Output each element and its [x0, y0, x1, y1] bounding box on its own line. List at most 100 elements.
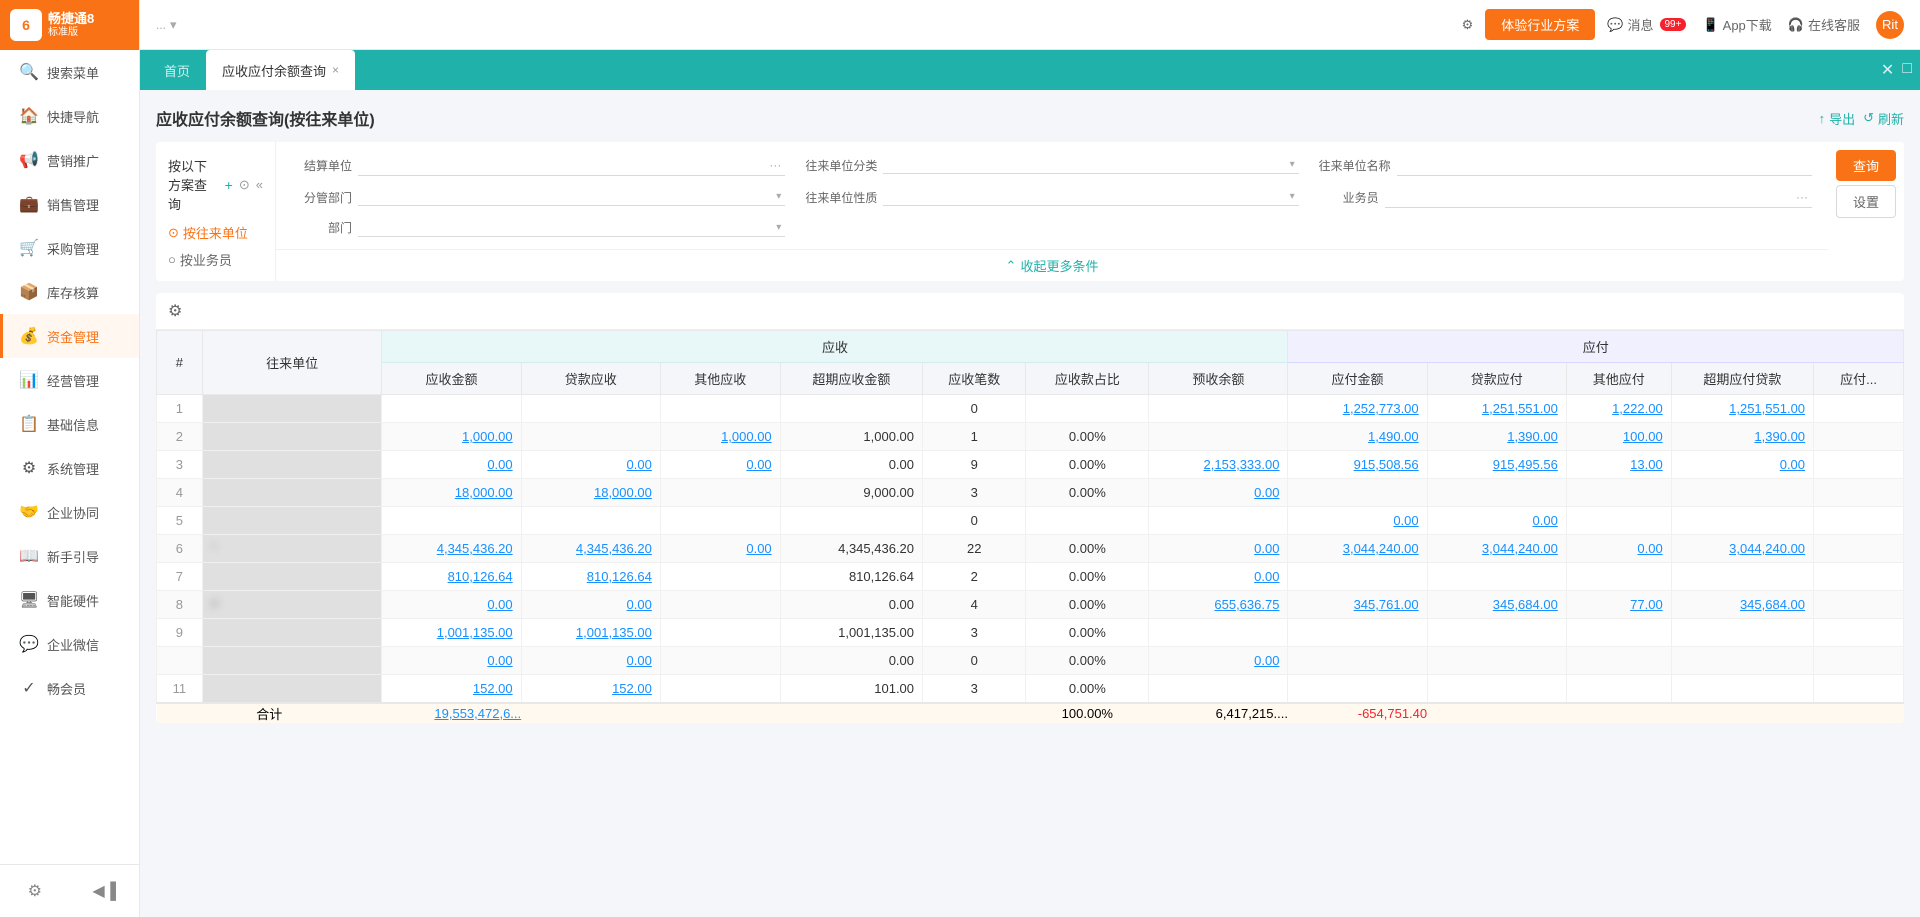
- app-download-btn[interactable]: 📱 App下载: [1702, 15, 1771, 34]
- row-ar-amount[interactable]: [382, 507, 521, 535]
- salesman-input[interactable]: ···: [1385, 187, 1812, 208]
- sidebar-item-sales[interactable]: 💼 销售管理: [0, 182, 139, 226]
- row-ap-other[interactable]: 77.00: [1566, 591, 1671, 619]
- row-ar-advance[interactable]: [1149, 619, 1288, 647]
- refresh-btn[interactable]: ↺ 刷新: [1863, 109, 1904, 128]
- row-ar-other[interactable]: 1,000.00: [660, 423, 780, 451]
- row-ap-amount[interactable]: 1,490.00: [1288, 423, 1427, 451]
- sidebar-item-purchase[interactable]: 🛒 采购管理: [0, 226, 139, 270]
- row-ap-other[interactable]: 13.00: [1566, 451, 1671, 479]
- row-ar-loan[interactable]: 152.00: [521, 675, 660, 704]
- breadcrumb-dropdown[interactable]: ▾: [170, 17, 177, 33]
- row-ap-overdue[interactable]: [1671, 647, 1813, 675]
- row-ar-advance[interactable]: [1149, 423, 1288, 451]
- row-ap-loan[interactable]: 1,251,551.00: [1427, 395, 1566, 423]
- row-ar-advance[interactable]: [1149, 507, 1288, 535]
- row-ap-loan[interactable]: 345,684.00: [1427, 591, 1566, 619]
- row-ap-loan[interactable]: [1427, 479, 1566, 507]
- sidebar-item-basic[interactable]: 📋 基础信息: [0, 402, 139, 446]
- settings-btn[interactable]: 设置: [1836, 185, 1896, 218]
- department-input[interactable]: ▾: [358, 219, 785, 237]
- row-ap-other[interactable]: [1566, 563, 1671, 591]
- sidebar-item-guide[interactable]: 📖 新手引导: [0, 534, 139, 578]
- row-ar-loan[interactable]: [521, 423, 660, 451]
- row-ap-overdue[interactable]: [1671, 563, 1813, 591]
- row-ar-amount[interactable]: 810,126.64: [382, 563, 521, 591]
- row-ar-other[interactable]: [660, 479, 780, 507]
- row-ap-other[interactable]: 100.00: [1566, 423, 1671, 451]
- row-ar-amount[interactable]: 1,001,135.00: [382, 619, 521, 647]
- row-ap-loan[interactable]: [1427, 563, 1566, 591]
- row-ar-other[interactable]: [660, 619, 780, 647]
- maximize-window-btn[interactable]: □: [1902, 60, 1912, 80]
- row-ap-amount[interactable]: [1288, 479, 1427, 507]
- dept-input[interactable]: ▾: [358, 188, 785, 206]
- row-ap-loan[interactable]: [1427, 675, 1566, 704]
- row-ar-advance[interactable]: 0.00: [1149, 479, 1288, 507]
- row-ap-loan[interactable]: [1427, 647, 1566, 675]
- unit-nature-input[interactable]: ▾: [883, 188, 1298, 206]
- filter-expand-btn[interactable]: «: [256, 177, 263, 192]
- row-ap-loan[interactable]: 3,044,240.00: [1427, 535, 1566, 563]
- close-window-btn[interactable]: ✕: [1881, 60, 1894, 80]
- row-ap-amount[interactable]: 3,044,240.00: [1288, 535, 1427, 563]
- row-ar-advance[interactable]: 0.00: [1149, 563, 1288, 591]
- row-ap-amount[interactable]: 915,508.56: [1288, 451, 1427, 479]
- sidebar-settings-btn[interactable]: ⚙: [17, 873, 53, 909]
- tab-close-btn[interactable]: ×: [332, 63, 339, 77]
- collapse-btn[interactable]: ⌃ 收起更多条件: [276, 249, 1828, 281]
- promo-btn[interactable]: 体验行业方案: [1485, 9, 1595, 40]
- settlement-unit-input[interactable]: ···: [358, 155, 785, 176]
- sidebar-item-inventory[interactable]: 📦 库存核算: [0, 270, 139, 314]
- query-btn[interactable]: 查询: [1836, 150, 1896, 181]
- row-ap-loan[interactable]: 1,390.00: [1427, 423, 1566, 451]
- col-ap-amount-header[interactable]: 应付金额: [1288, 363, 1427, 395]
- scheme-item-salesman[interactable]: ○ 按业务员: [160, 246, 271, 273]
- row-ap-overdue[interactable]: 1,251,551.00: [1671, 395, 1813, 423]
- col-ap-more-header[interactable]: 应付...: [1814, 363, 1904, 395]
- row-ap-overdue[interactable]: [1671, 675, 1813, 704]
- total-ar-amount[interactable]: 19,553,472,6...: [382, 703, 521, 723]
- row-ar-loan[interactable]: 810,126.64: [521, 563, 660, 591]
- row-ar-amount[interactable]: 0.00: [382, 647, 521, 675]
- add-filter-btn[interactable]: +: [225, 177, 233, 193]
- row-ap-loan[interactable]: 0.00: [1427, 507, 1566, 535]
- col-ar-loan-header[interactable]: 贷款应收: [521, 363, 660, 395]
- sidebar-item-operation[interactable]: 📊 经营管理: [0, 358, 139, 402]
- tab-query[interactable]: 应收应付余额查询 ×: [206, 50, 355, 90]
- row-ap-amount[interactable]: 1,252,773.00: [1288, 395, 1427, 423]
- row-ap-amount[interactable]: [1288, 675, 1427, 704]
- row-ap-amount[interactable]: [1288, 563, 1427, 591]
- sidebar-item-system[interactable]: ⚙ 系统管理: [0, 446, 139, 490]
- row-ap-other[interactable]: [1566, 675, 1671, 704]
- row-ap-overdue[interactable]: [1671, 619, 1813, 647]
- unit-name-input[interactable]: [1397, 155, 1812, 176]
- row-ap-amount[interactable]: [1288, 619, 1427, 647]
- message-btn[interactable]: 💬 消息 99+: [1607, 15, 1686, 34]
- sidebar-item-hardware[interactable]: 🖥 智能硬件: [0, 578, 139, 622]
- tab-home[interactable]: 首页: [148, 50, 206, 90]
- sidebar-collapse-btn[interactable]: ◀▐: [86, 873, 122, 909]
- online-service-btn[interactable]: 🎧 在线客服: [1788, 15, 1860, 34]
- row-ap-overdue[interactable]: [1671, 507, 1813, 535]
- row-ap-amount[interactable]: 0.00: [1288, 507, 1427, 535]
- sidebar-item-quick[interactable]: 🏠 快捷导航: [0, 94, 139, 138]
- row-ar-loan[interactable]: 0.00: [521, 451, 660, 479]
- row-ar-advance[interactable]: 0.00: [1149, 535, 1288, 563]
- row-ar-amount[interactable]: [382, 395, 521, 423]
- sidebar-item-search[interactable]: 🔍 搜索菜单: [0, 50, 139, 94]
- export-btn[interactable]: ↑ 导出: [1819, 109, 1856, 128]
- row-ap-other[interactable]: [1566, 647, 1671, 675]
- row-ar-amount[interactable]: 4,345,436.20: [382, 535, 521, 563]
- sidebar-item-marketing[interactable]: 📢 营销推广: [0, 138, 139, 182]
- row-ar-loan[interactable]: 0.00: [521, 647, 660, 675]
- row-ap-overdue[interactable]: [1671, 479, 1813, 507]
- row-ap-overdue[interactable]: 345,684.00: [1671, 591, 1813, 619]
- row-ar-loan[interactable]: [521, 507, 660, 535]
- row-ar-other[interactable]: [660, 647, 780, 675]
- row-ar-amount[interactable]: 0.00: [382, 451, 521, 479]
- row-ar-loan[interactable]: 4,345,436.20: [521, 535, 660, 563]
- row-ar-amount[interactable]: 152.00: [382, 675, 521, 704]
- row-ar-advance[interactable]: 0.00: [1149, 647, 1288, 675]
- col-ap-other-header[interactable]: 其他应付: [1566, 363, 1671, 395]
